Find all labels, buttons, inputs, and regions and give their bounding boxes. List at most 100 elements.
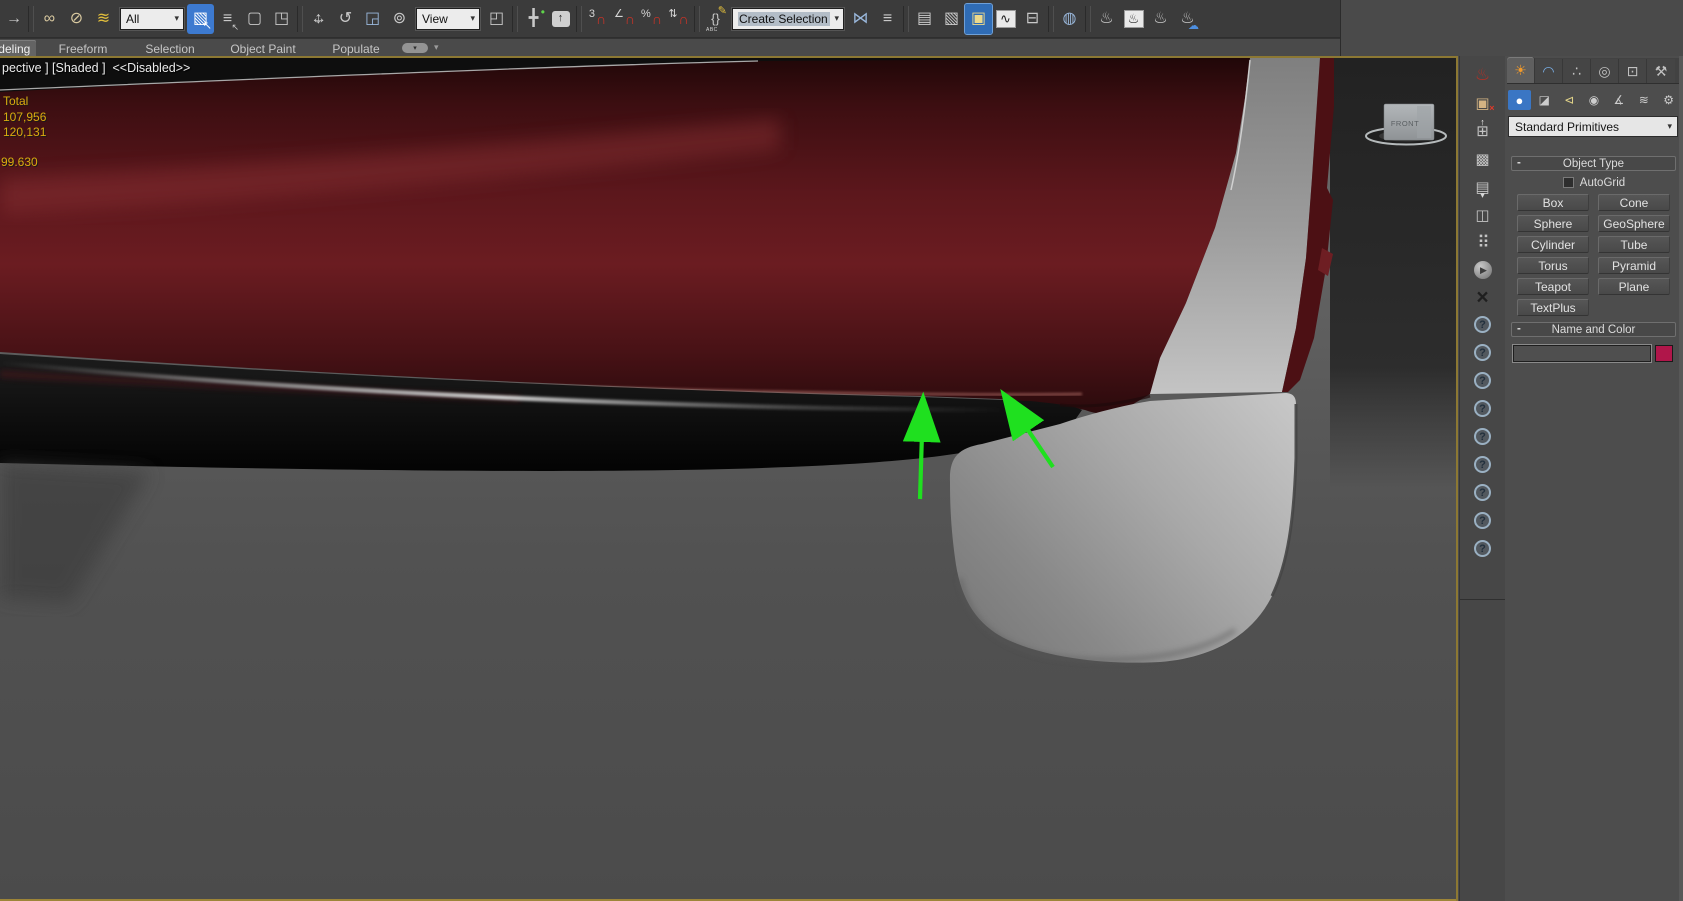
light-cone-icon: ⊲ — [1564, 93, 1575, 107]
name-color-rollout-header[interactable]: - Name and Color — [1511, 322, 1676, 337]
layer-explorer-toggle[interactable]: ▧ — [938, 4, 965, 34]
box-delete-icon[interactable]: ▣ × — [1472, 93, 1494, 113]
object-color-swatch[interactable] — [1655, 345, 1673, 362]
play-icon[interactable]: ▶ — [1473, 261, 1492, 279]
magnet-icon: ∩ — [651, 10, 662, 27]
tab-utilities[interactable]: ⚒ — [1647, 59, 1675, 83]
select-object-button[interactable]: ▧ ↖ — [187, 3, 214, 34]
object-type-rollout-header[interactable]: - Object Type — [1511, 156, 1676, 171]
select-and-place-button[interactable]: ⊚ — [386, 4, 413, 34]
tab-hierarchy[interactable]: ∴ — [1563, 59, 1591, 83]
render-production-button[interactable]: ♨ — [1147, 4, 1174, 34]
tab-display[interactable]: ⊡ — [1619, 59, 1647, 83]
tab-modeling[interactable]: Modeling — [0, 40, 36, 57]
select-and-move-button[interactable]: ↔ ↕ — [305, 4, 332, 34]
select-and-link-icon[interactable]: ∞ — [36, 4, 63, 34]
tab-object-paint[interactable]: Object Paint — [226, 40, 300, 57]
select-and-scale-button[interactable]: ◲ — [359, 4, 386, 34]
tab-populate[interactable]: Populate — [330, 40, 382, 57]
rectangular-selection-region-button[interactable]: ▢ — [241, 4, 268, 34]
layers-flatten-icon[interactable]: ▤ ▾ — [1472, 177, 1494, 200]
named-selection-set-value: Create Selection Se — [738, 11, 831, 26]
help-icon[interactable]: ? — [1474, 400, 1491, 417]
select-by-name-button[interactable]: ≡ ↖ — [214, 4, 241, 34]
object-name-field[interactable] — [1513, 345, 1651, 362]
category-shapes[interactable]: ◪ — [1533, 90, 1556, 110]
cone-button[interactable]: Cone — [1598, 194, 1670, 211]
teapot-button[interactable]: Teapot — [1517, 278, 1589, 295]
ribbon-options-caret[interactable]: ▾ — [434, 42, 439, 53]
category-geometry[interactable]: ● — [1508, 90, 1531, 110]
named-selection-sets-dropdown[interactable]: Create Selection Se ▾ — [731, 6, 845, 31]
ribbon-toggle-button[interactable]: ▣ — [964, 2, 993, 35]
teapot-icon[interactable]: ♨ — [1472, 65, 1494, 84]
tab-selection[interactable]: Selection — [142, 40, 198, 57]
help-icon[interactable]: ? — [1474, 428, 1491, 445]
percent-icon: % — [641, 8, 651, 20]
grid-rise-icon[interactable]: ⊞ ↑ — [1472, 118, 1494, 140]
select-and-rotate-button[interactable]: ↺ — [332, 4, 359, 34]
selection-filter-dropdown[interactable]: All ▾ — [119, 6, 185, 31]
help-icon[interactable]: ? — [1474, 484, 1491, 501]
align-button[interactable]: ≡ — [874, 4, 901, 34]
ribbon-tab-row: Modeling Freeform Selection Object Paint… — [0, 38, 1340, 57]
mirror-button[interactable]: ⋈ — [847, 4, 874, 34]
unlink-selection-icon[interactable]: ⊘ — [63, 4, 90, 34]
checker-pattern-icon[interactable]: ▩ — [1472, 149, 1494, 168]
plane-button[interactable]: Plane — [1598, 278, 1670, 295]
tab-freeform[interactable]: Freeform — [55, 40, 111, 57]
help-icon[interactable]: ? — [1474, 344, 1491, 361]
category-lights[interactable]: ⊲ — [1558, 90, 1581, 110]
help-icon[interactable]: ? — [1474, 540, 1491, 557]
category-systems[interactable]: ⚙ — [1657, 90, 1680, 110]
sphere-button[interactable]: Sphere — [1517, 215, 1589, 232]
schematic-view-button[interactable]: ⊟ — [1019, 4, 1046, 34]
geosphere-button[interactable]: GeoSphere — [1598, 215, 1670, 232]
category-space-warps[interactable]: ≋ — [1632, 90, 1655, 110]
scene-explorer-toggle[interactable]: ▤ — [911, 4, 938, 34]
bind-to-space-warp-icon[interactable]: ≋ — [90, 4, 117, 34]
minimize-ribbon-button[interactable]: ▾ — [402, 43, 428, 53]
render-in-cloud-button[interactable]: ♨ ☁ — [1174, 4, 1201, 34]
box-button[interactable]: Box — [1517, 194, 1589, 211]
tab-modify[interactable]: ◠ — [1535, 59, 1563, 83]
reference-coordinate-system-dropdown[interactable]: View ▾ — [415, 6, 481, 31]
side-toolbar: ♨ ▣ × ⊞ ↑ ▩ ▤ ▾ ◫ ⠿ ▶ × ? ? ? ? ? ? ? ? … — [1459, 56, 1505, 901]
spinner-snap-toggle[interactable]: ⇅ ∩ — [665, 4, 692, 34]
render-setup-button[interactable]: ♨ — [1093, 4, 1120, 34]
lattice-cube-icon[interactable]: ⠿ — [1472, 233, 1494, 252]
viewport-perspective[interactable]: FRONT pective ] [Shaded ] <<Disabled>> T… — [0, 56, 1457, 901]
tube-button[interactable]: Tube — [1598, 236, 1670, 253]
tab-motion[interactable]: ◎ — [1591, 59, 1619, 83]
pyramid-button[interactable]: Pyramid — [1598, 257, 1670, 274]
snaps-toggle-3d[interactable]: 3 ∩ — [584, 4, 611, 34]
history-arrow-icon[interactable]: → — [2, 4, 26, 34]
viewport-label[interactable]: pective ] [Shaded ] <<Disabled>> — [2, 61, 190, 75]
rendered-frame-window-button[interactable]: ♨ — [1120, 4, 1147, 34]
help-icon[interactable]: ? — [1474, 512, 1491, 529]
close-icon[interactable]: × — [1472, 286, 1494, 309]
autogrid-checkbox[interactable] — [1562, 177, 1574, 188]
help-icon[interactable]: ? — [1474, 316, 1491, 333]
tab-create[interactable]: ☀ — [1507, 57, 1535, 83]
select-and-manipulate-button[interactable]: ╋ • — [520, 4, 547, 34]
curve-editor-button[interactable]: ∿ — [992, 4, 1019, 34]
autogrid-label: AutoGrid — [1579, 176, 1626, 189]
help-icon[interactable]: ? — [1474, 456, 1491, 473]
textplus-button[interactable]: TextPlus — [1517, 299, 1589, 316]
percent-snap-toggle[interactable]: % ∩ — [638, 4, 665, 34]
primitive-category-dropdown[interactable]: Standard Primitives ▾ — [1508, 116, 1678, 137]
category-helpers[interactable]: ∡ — [1607, 90, 1630, 110]
scene-canvas[interactable]: FRONT — [0, 58, 1457, 899]
split-panels-icon[interactable]: ◫ — [1472, 205, 1494, 224]
use-pivot-point-center-button[interactable]: ◰ — [483, 4, 510, 34]
torus-button[interactable]: Torus — [1517, 257, 1589, 274]
window-crossing-toggle[interactable]: ◳ — [268, 4, 295, 34]
material-editor-button[interactable]: ◍ — [1056, 4, 1083, 34]
keyboard-shortcut-override-toggle[interactable]: ↑ — [547, 4, 574, 34]
category-cameras[interactable]: ◉ — [1583, 90, 1606, 110]
cylinder-button[interactable]: Cylinder — [1517, 236, 1589, 253]
angle-snap-toggle[interactable]: ∠ ∩ — [611, 4, 638, 34]
edit-named-selection-sets-button[interactable]: {} ✎ ABC — [702, 4, 729, 34]
help-icon[interactable]: ? — [1474, 372, 1491, 389]
